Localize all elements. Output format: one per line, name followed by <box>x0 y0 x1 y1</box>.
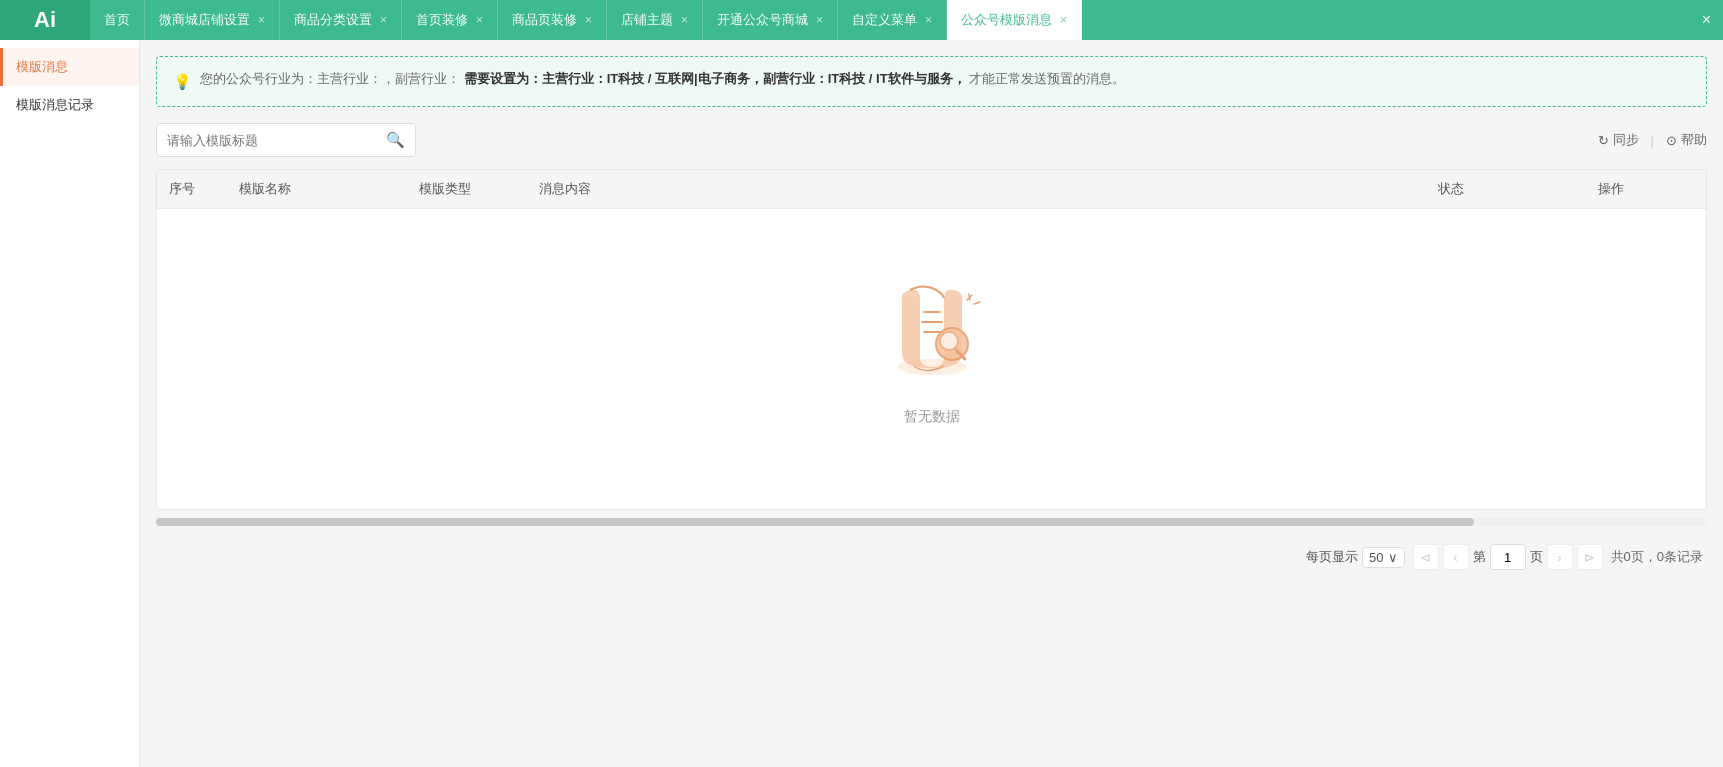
col-header-type: 模版类型 <box>407 170 527 208</box>
nav-tab-close-4[interactable]: × <box>585 13 592 27</box>
page-word: 页 <box>1530 548 1543 566</box>
nav-tab-3[interactable]: 首页装修 × <box>402 0 498 40</box>
nav-tab-label-3: 首页装修 <box>416 11 468 29</box>
nav-tab-5[interactable]: 店铺主题 × <box>607 0 703 40</box>
sync-icon: ↻ <box>1598 133 1609 148</box>
svg-line-9 <box>974 302 980 304</box>
page-navigation: ⊲ ‹ 第 页 › ⊳ <box>1413 544 1603 570</box>
horizontal-scrollbar[interactable] <box>156 518 1707 526</box>
page-size-select: 每页显示 50 ∨ <box>1306 547 1404 568</box>
nav-tab-4[interactable]: 商品页装修 × <box>498 0 607 40</box>
nav-tab-close-5[interactable]: × <box>681 13 688 27</box>
scrollbar-thumb <box>156 518 1474 526</box>
nav-tab-label-2: 商品分类设置 <box>294 11 372 29</box>
prev-page-button[interactable]: ‹ <box>1443 544 1469 570</box>
nav-tab-close-2[interactable]: × <box>380 13 387 27</box>
nav-tab-0[interactable]: 首页 <box>90 0 145 40</box>
sidebar: 模版消息 模版消息记录 <box>0 40 140 767</box>
last-page-button[interactable]: ⊳ <box>1577 544 1603 570</box>
pagination-bar: 每页显示 50 ∨ ⊲ ‹ 第 页 › ⊳ 共0页，0条记录 <box>156 534 1707 574</box>
col-header-status: 状态 <box>1426 170 1586 208</box>
page-di-word: 第 <box>1473 548 1486 566</box>
empty-text: 暂无数据 <box>904 408 960 426</box>
close-all-button[interactable]: × <box>1690 11 1723 29</box>
content-area: 💡 您的公众号行业为：主营行业：，副营行业： 需要设置为：主营行业：IT科技 /… <box>140 40 1723 767</box>
current-page-input[interactable] <box>1490 544 1526 570</box>
main-layout: 模版消息 模版消息记录 💡 您的公众号行业为：主营行业：，副营行业： 需要设置为… <box>0 40 1723 767</box>
page-size-value: 50 <box>1369 550 1383 565</box>
help-button[interactable]: ⊙ 帮助 <box>1666 131 1707 149</box>
search-bar: 🔍 ↻ 同步 | ⊙ 帮助 <box>156 123 1707 157</box>
empty-illustration <box>872 272 992 392</box>
chevron-down-icon: ∨ <box>1388 550 1398 565</box>
notice-banner: 💡 您的公众号行业为：主营行业：，副营行业： 需要设置为：主营行业：IT科技 /… <box>156 56 1707 107</box>
nav-tab-label-5: 店铺主题 <box>621 11 673 29</box>
nav-tab-close-7[interactable]: × <box>925 13 932 27</box>
search-input-wrap: 🔍 <box>156 123 416 157</box>
col-header-index: 序号 <box>157 170 227 208</box>
first-page-button[interactable]: ⊲ <box>1413 544 1439 570</box>
sync-button[interactable]: ↻ 同步 <box>1598 131 1639 149</box>
nav-tabs: 首页微商城店铺设置×商品分类设置×首页装修×商品页装修×店铺主题×开通公众号商城… <box>90 0 1690 40</box>
nav-tab-close-3[interactable]: × <box>476 13 483 27</box>
svg-line-8 <box>969 294 970 300</box>
notice-text: 您的公众号行业为：主营行业：，副营行业： 需要设置为：主营行业：IT科技 / 互… <box>200 69 1125 90</box>
toolbar-right: ↻ 同步 | ⊙ 帮助 <box>1598 131 1707 149</box>
data-table: 序号 模版名称 模版类型 消息内容 状态 操作 <box>156 169 1707 510</box>
search-input[interactable] <box>167 133 386 148</box>
nav-tab-label-7: 自定义菜单 <box>852 11 917 29</box>
page-size-label: 每页显示 <box>1306 548 1358 566</box>
toolbar-divider: | <box>1651 133 1654 148</box>
nav-tab-8[interactable]: 公众号模版消息 × <box>947 0 1082 40</box>
nav-tab-1[interactable]: 微商城店铺设置 × <box>145 0 280 40</box>
table-body: 暂无数据 <box>157 209 1706 509</box>
table-header: 序号 模版名称 模版类型 消息内容 状态 操作 <box>157 170 1706 209</box>
nav-tab-label-6: 开通公众号商城 <box>717 11 808 29</box>
col-header-action: 操作 <box>1586 170 1706 208</box>
nav-tab-7[interactable]: 自定义菜单 × <box>838 0 947 40</box>
help-label: 帮助 <box>1681 131 1707 149</box>
help-icon: ⊙ <box>1666 133 1677 148</box>
next-page-button[interactable]: › <box>1547 544 1573 570</box>
page-size-dropdown[interactable]: 50 ∨ <box>1362 547 1404 568</box>
nav-tab-6[interactable]: 开通公众号商城 × <box>703 0 838 40</box>
total-text: 共0页，0条记录 <box>1611 548 1703 566</box>
sidebar-item-template-message[interactable]: 模版消息 <box>0 48 139 86</box>
nav-tab-label-1: 微商城店铺设置 <box>159 11 250 29</box>
bulb-icon: 💡 <box>173 70 192 94</box>
svg-point-5 <box>940 332 958 350</box>
search-icon[interactable]: 🔍 <box>386 131 405 149</box>
col-header-content: 消息内容 <box>527 170 1426 208</box>
nav-tab-close-6[interactable]: × <box>816 13 823 27</box>
nav-tab-close-8[interactable]: × <box>1060 13 1067 27</box>
nav-tab-label-0: 首页 <box>104 11 130 29</box>
top-nav-bar: Ai 首页微商城店铺设置×商品分类设置×首页装修×商品页装修×店铺主题×开通公众… <box>0 0 1723 40</box>
nav-tab-label-8: 公众号模版消息 <box>961 11 1052 29</box>
sync-label: 同步 <box>1613 131 1639 149</box>
brand-logo: Ai <box>0 0 90 40</box>
nav-tab-2[interactable]: 商品分类设置 × <box>280 0 402 40</box>
col-header-name: 模版名称 <box>227 170 407 208</box>
sidebar-item-template-message-record[interactable]: 模版消息记录 <box>0 86 139 124</box>
nav-tab-label-4: 商品页装修 <box>512 11 577 29</box>
nav-tab-close-1[interactable]: × <box>258 13 265 27</box>
